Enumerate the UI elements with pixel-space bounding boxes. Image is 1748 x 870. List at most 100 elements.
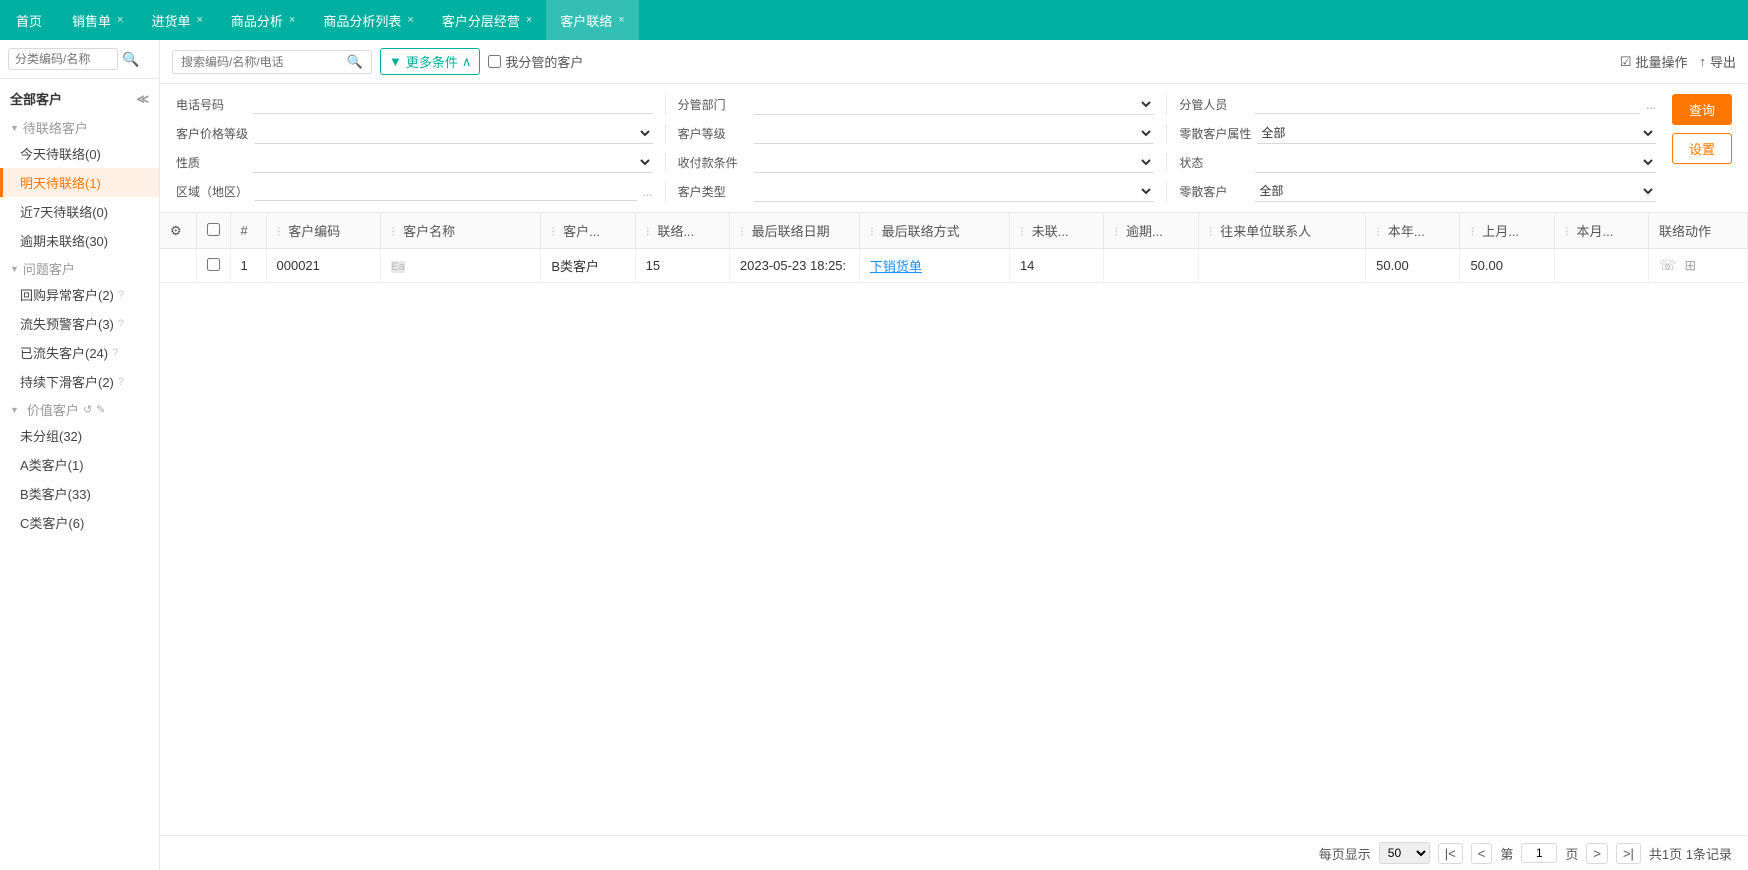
- filter-row-2: 客户价格等级 客户等级: [176, 123, 1656, 144]
- filter-phone-input[interactable]: [252, 95, 653, 114]
- page-size-select[interactable]: 50 100 200: [1379, 842, 1430, 864]
- page-input[interactable]: [1521, 843, 1557, 863]
- filter-customer-level-select[interactable]: [754, 123, 1155, 144]
- filter-area-input[interactable]: [254, 182, 637, 201]
- filter-area-more-icon[interactable]: ...: [643, 185, 653, 199]
- col-this-month: ⁝ 本月...: [1554, 213, 1648, 249]
- search-wrap: 🔍: [172, 50, 372, 74]
- filter-status-select[interactable]: [1255, 152, 1656, 173]
- customer-name-blurred: Ea: [391, 261, 404, 273]
- close-customer-contact-icon[interactable]: ×: [618, 14, 624, 26]
- filter-row-4: 区域（地区） ... 客户类型 零散: [176, 181, 1656, 202]
- filter-retail-attr-select[interactable]: 全部: [1257, 123, 1656, 144]
- filter-panel: 电话号码 分管部门 分管人员: [160, 84, 1748, 213]
- col-last-method: ⁝ 最后联络方式: [859, 213, 1009, 249]
- toolbar: 🔍 ▼ 更多条件 ∧ 我分管的客户 ☑ 批量操作 ↑ 导出: [160, 40, 1748, 84]
- nav-item-customer-contact[interactable]: 客户联络 ×: [546, 0, 638, 40]
- sidebar-search-input[interactable]: [8, 48, 118, 70]
- action-phone-icon[interactable]: ☏: [1659, 257, 1677, 274]
- filter-price-level-select[interactable]: [254, 123, 653, 144]
- cell-code: 000021: [266, 249, 381, 283]
- query-button[interactable]: 查询: [1672, 94, 1732, 125]
- filter-retail: 零散客户 全部: [1179, 181, 1656, 202]
- sidebar-item-today[interactable]: 今天待联络(0): [0, 139, 159, 168]
- row-checkbox[interactable]: [207, 258, 220, 271]
- filter-retail-select[interactable]: 全部: [1255, 181, 1656, 202]
- search-icon[interactable]: 🔍: [347, 54, 363, 70]
- sidebar-collapse-icon[interactable]: ≪: [136, 92, 149, 106]
- select-all-checkbox[interactable]: [207, 223, 220, 236]
- nav-item-purchase[interactable]: 进货单 ×: [137, 0, 216, 40]
- nav-item-customer-segment[interactable]: 客户分层经营 ×: [428, 0, 546, 40]
- cell-settings: [160, 249, 196, 283]
- next-page-btn[interactable]: >: [1586, 843, 1608, 864]
- sidebar-item-repurchase-abnormal[interactable]: 回购异常客户(2) ?: [0, 280, 159, 309]
- sidebar-item-7days[interactable]: 近7天待联络(0): [0, 197, 159, 226]
- batch-operation-btn[interactable]: ☑ 批量操作: [1620, 52, 1688, 71]
- my-customers-checkbox[interactable]: [488, 55, 501, 68]
- my-customers-check[interactable]: 我分管的客户: [488, 52, 583, 71]
- filter-more-btn[interactable]: ▼ 更多条件 ∧: [380, 48, 480, 75]
- value-customers-refresh-icon[interactable]: ↺: [83, 403, 92, 416]
- search-input[interactable]: [181, 55, 347, 69]
- filter-dept-select[interactable]: [754, 94, 1155, 115]
- sidebar-item-class-a[interactable]: A类客户(1): [0, 450, 159, 479]
- col-code: ⁝ 客户编码: [266, 213, 381, 249]
- cell-contacts: 15: [635, 249, 729, 283]
- toolbar-right: ☑ 批量操作 ↑ 导出: [1620, 52, 1736, 71]
- export-btn[interactable]: ↑ 导出: [1699, 52, 1736, 71]
- sidebar-item-churned[interactable]: 已流失客户(24) ?: [0, 338, 159, 367]
- filter-customer-level: 客户等级: [678, 123, 1155, 144]
- checkbox-icon: ☑: [1620, 54, 1632, 70]
- sidebar-item-declining[interactable]: 持续下滑客户(2) ?: [0, 367, 159, 396]
- main-layout: 🔍 全部客户 ≪ 待联络客户 今天待联络(0) 明天待联络(1) 近7天待联络(…: [0, 40, 1748, 870]
- first-page-btn[interactable]: |<: [1438, 843, 1463, 864]
- sidebar: 🔍 全部客户 ≪ 待联络客户 今天待联络(0) 明天待联络(1) 近7天待联络(…: [0, 40, 160, 870]
- filter-nature-select[interactable]: [252, 152, 653, 173]
- nav-home[interactable]: 首页: [0, 0, 58, 40]
- sidebar-item-tomorrow[interactable]: 明天待联络(1): [0, 168, 159, 197]
- close-sales-icon[interactable]: ×: [117, 14, 123, 26]
- filter-buttons: 查询 设置: [1672, 94, 1732, 202]
- close-customer-segment-icon[interactable]: ×: [526, 14, 532, 26]
- export-icon: ↑: [1699, 54, 1706, 69]
- value-customers-edit-icon[interactable]: ✎: [96, 403, 105, 416]
- filter-retail-attr: 零散客户属性 全部: [1179, 123, 1656, 144]
- filter-person-input[interactable]: [1255, 95, 1640, 114]
- cell-type: B类客户: [541, 249, 635, 283]
- sidebar-content: 全部客户 ≪ 待联络客户 今天待联络(0) 明天待联络(1) 近7天待联络(0)…: [0, 79, 159, 870]
- sidebar-all-customers[interactable]: 全部客户 ≪: [0, 83, 159, 114]
- sidebar-search-icon[interactable]: 🔍: [122, 51, 139, 68]
- filter-customer-type-select[interactable]: [754, 181, 1155, 202]
- sidebar-item-ungrouped[interactable]: 未分组(32): [0, 421, 159, 450]
- pagination: 每页显示 50 100 200 |< < 第 页 > >| 共1页 1条记录: [160, 835, 1748, 870]
- table-body: 1 000021 Ea B类客户 15 2023-05-23 18:25: 下销…: [160, 249, 1748, 283]
- last-page-btn[interactable]: >|: [1616, 843, 1641, 864]
- nav-item-sales[interactable]: 销售单 ×: [58, 0, 137, 40]
- nav-item-product-analysis[interactable]: 商品分析 ×: [217, 0, 309, 40]
- action-grid-icon[interactable]: ⊞: [1685, 257, 1697, 274]
- filter-customer-type: 客户类型: [678, 181, 1155, 202]
- filter-payment-select[interactable]: [754, 152, 1155, 173]
- last-method-link[interactable]: 下销货单: [870, 259, 922, 274]
- data-table: ⚙ # ⁝ 客户编码 ⁝ 客户名称: [160, 213, 1748, 283]
- settings-icon[interactable]: ⚙: [170, 223, 182, 238]
- filter-person-more-icon[interactable]: ...: [1646, 98, 1656, 112]
- sidebar-item-overdue[interactable]: 逾期未联络(30): [0, 226, 159, 255]
- cell-last-month: 50.00: [1460, 249, 1554, 283]
- close-product-analysis-icon[interactable]: ×: [289, 14, 295, 26]
- filter-dept: 分管部门: [678, 94, 1155, 115]
- sidebar-search-area: 🔍: [0, 40, 159, 79]
- help-icon-declining: ?: [118, 376, 124, 388]
- sidebar-item-churn-warning[interactable]: 流失预警客户(3) ?: [0, 309, 159, 338]
- sidebar-item-class-c[interactable]: C类客户(6): [0, 508, 159, 537]
- sidebar-item-class-b[interactable]: B类客户(33): [0, 479, 159, 508]
- close-purchase-icon[interactable]: ×: [196, 14, 202, 26]
- col-unit-contact: ⁝ 往来单位联系人: [1198, 213, 1366, 249]
- nav-item-product-list[interactable]: 商品分析列表 ×: [309, 0, 427, 40]
- col-last-month: ⁝ 上月...: [1460, 213, 1554, 249]
- close-product-list-icon[interactable]: ×: [407, 14, 413, 26]
- col-action: 联络动作: [1649, 213, 1748, 249]
- set-button[interactable]: 设置: [1672, 133, 1732, 164]
- prev-page-btn[interactable]: <: [1471, 843, 1493, 864]
